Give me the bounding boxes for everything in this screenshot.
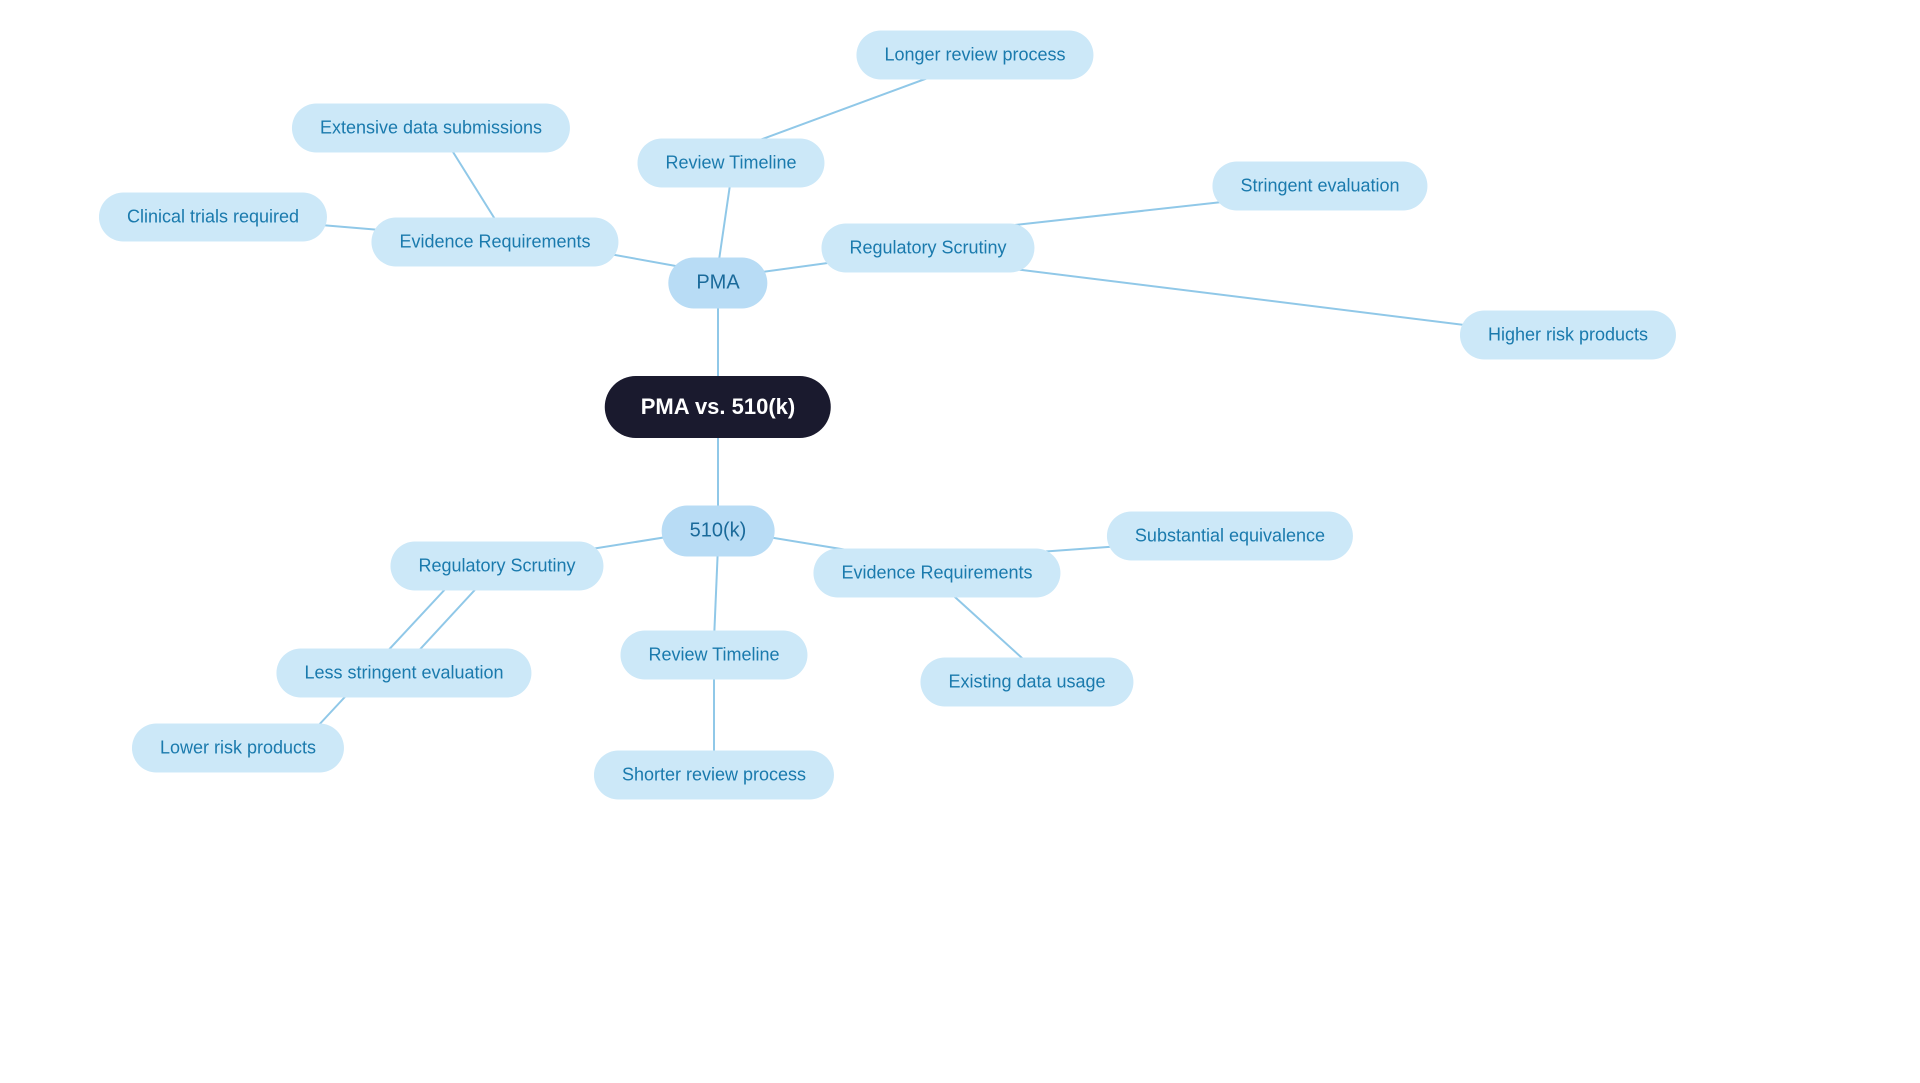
fiveten-node[interactable]: 510(k) [662,506,775,557]
higher-risk-node: Higher risk products [1460,311,1676,360]
review-timeline-510k-node: Review Timeline [620,631,807,680]
less-stringent-node: Less stringent evaluation [276,649,531,698]
diagram-container: PMA vs. 510(k) PMA 510(k) Longer review … [0,0,1920,1083]
substantial-equiv-node: Substantial equivalence [1107,512,1353,561]
lower-risk-node: Lower risk products [132,724,344,773]
center-node[interactable]: PMA vs. 510(k) [605,376,831,438]
existing-data-node: Existing data usage [920,658,1133,707]
clinical-trials-node: Clinical trials required [99,193,327,242]
regulatory-scrutiny-pma-node: Regulatory Scrutiny [821,224,1034,273]
regulatory-scrutiny-510k-node: Regulatory Scrutiny [390,542,603,591]
longer-review-node: Longer review process [856,31,1093,80]
evidence-req-510k-node: Evidence Requirements [813,549,1060,598]
shorter-review-node: Shorter review process [594,751,834,800]
review-timeline-pma-node: Review Timeline [637,139,824,188]
pma-node[interactable]: PMA [668,258,767,309]
stringent-eval-node: Stringent evaluation [1212,162,1427,211]
extensive-data-node: Extensive data submissions [292,104,570,153]
connection-lines [0,0,1920,1083]
evidence-req-pma-node: Evidence Requirements [371,218,618,267]
